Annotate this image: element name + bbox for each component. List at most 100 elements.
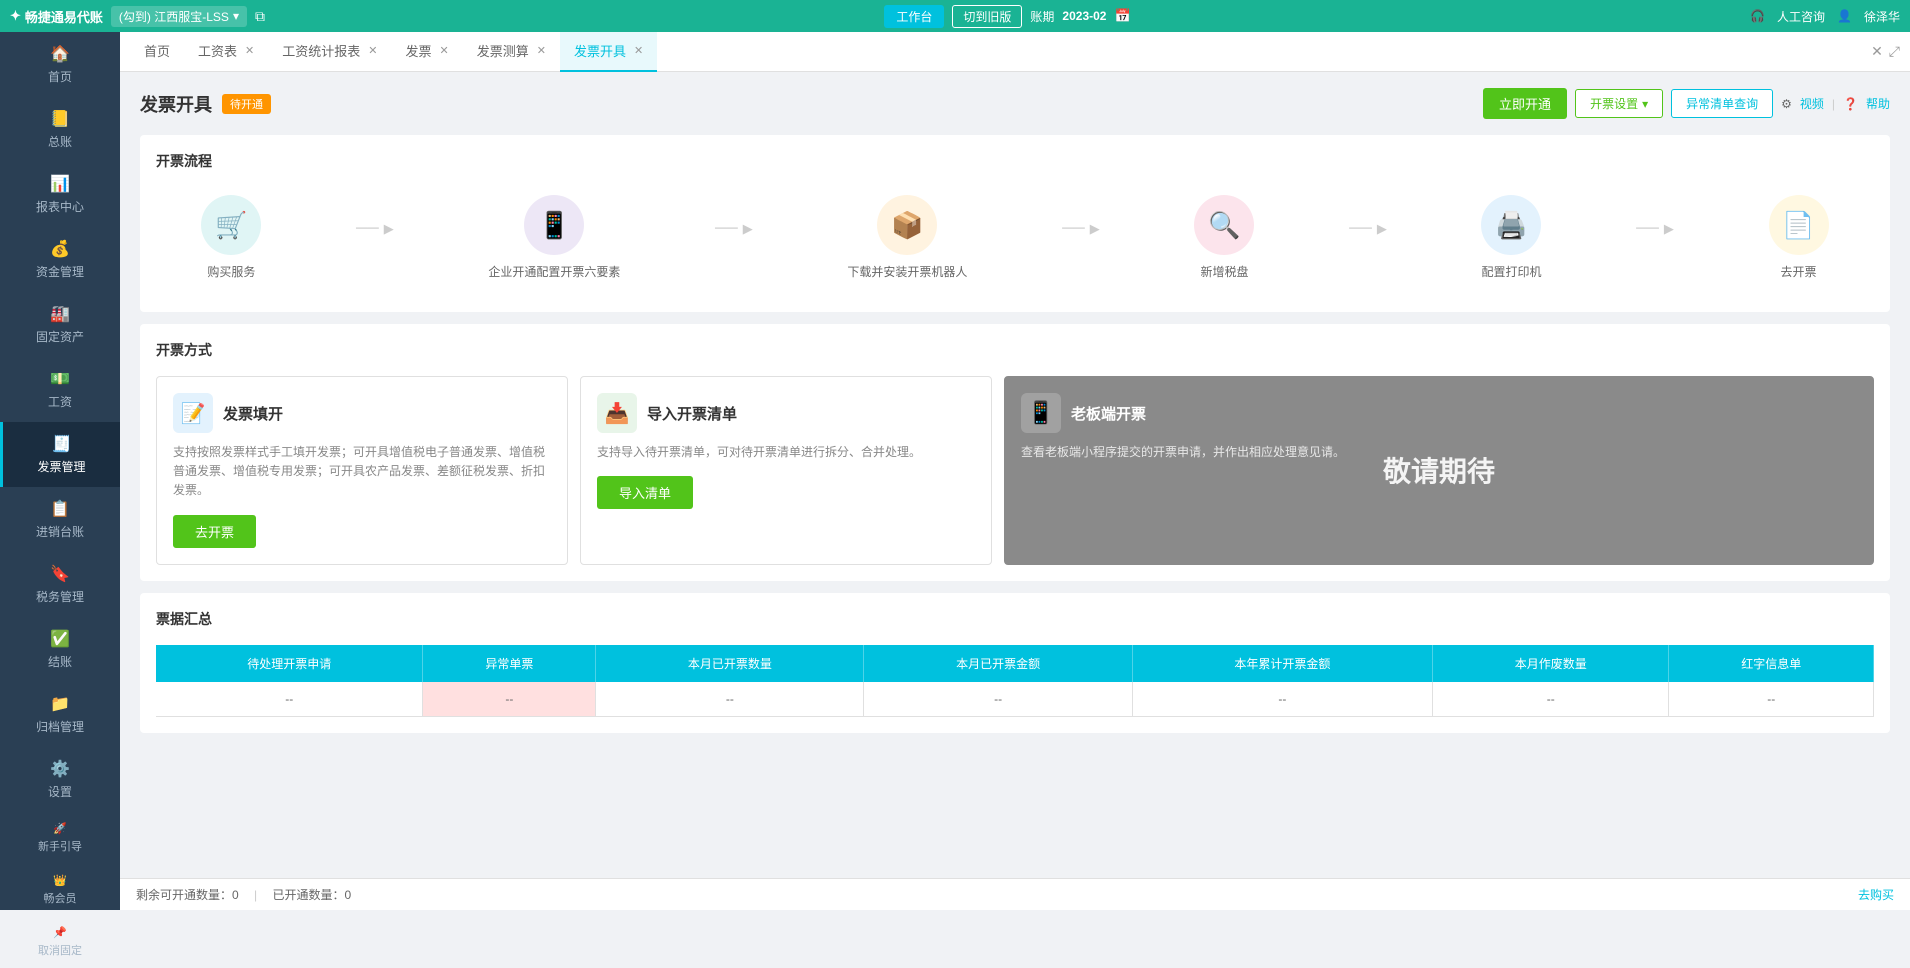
flow-step-issue[interactable]: 📄 去开票 <box>1769 195 1829 280</box>
page-actions-right: ⚙ 视频 | ❓ 帮助 <box>1781 95 1890 112</box>
tax-icon: 🔖 <box>50 564 70 584</box>
tab-salary_stat[interactable]: 工资统计报表 ✕ <box>268 32 391 72</box>
remaining-quota: 剩余可开通数量：0 <box>136 888 239 902</box>
period-value: 2023-02 <box>1062 9 1106 23</box>
workspace-button[interactable]: 工作台 <box>884 5 944 28</box>
tabbar: 首页工资表✕工资统计报表✕发票✕发票测算✕发票开具✕ ✕ ⤢ <box>120 32 1910 72</box>
sidebar-item-funds[interactable]: 💰 资金管理 <box>0 227 120 292</box>
old-card-header: 📱 老板端开票 <box>1021 393 1857 433</box>
win-controls: ✕ ⤢ <box>1871 43 1900 60</box>
sidebar-item-home[interactable]: 🏠 首页 <box>0 32 120 97</box>
summary-col-1: 异常单票 <box>423 645 596 682</box>
summary-cell-6: -- <box>1669 682 1874 717</box>
sidebar-item-archive[interactable]: 📁 归档管理 <box>0 682 120 747</box>
summary-cell-4: -- <box>1132 682 1432 717</box>
sidebar-item-salary[interactable]: 💵 工资 <box>0 357 120 422</box>
copy-icon[interactable]: ⧉ <box>255 8 265 25</box>
sidebar-item-reports[interactable]: 📊 报表中心 <box>0 162 120 227</box>
archive-icon: 📁 <box>50 694 70 714</box>
tab-invoice_tool[interactable]: 发票开具 ✕ <box>560 32 657 72</box>
page-content: 发票开具 待开通 立即开通 开票设置 ▾ 异常清单查询 ⚙ 视频 | ❓ <box>120 72 1910 878</box>
company-selector[interactable]: (勾到) 江西服宝-LSS ▾ <box>111 6 247 27</box>
sidebar-nav: 🏠 首页 📒 总账 📊 报表中心 💰 资金管理 🏭 固定资产 💵 工资 🧾 发票… <box>0 32 120 812</box>
tab-salary_table[interactable]: 工资表✕ <box>184 32 268 72</box>
topbar-left: ✦ 畅捷通易代账 (勾到) 江西服宝-LSS ▾ ⧉ <box>10 6 265 27</box>
period-icon[interactable]: 📅 <box>1114 8 1130 24</box>
topbar-right: 🎧 人工咨询 👤 徐泽华 <box>1750 8 1900 25</box>
tab-label-invoice_calc: 发票测算 <box>477 41 529 60</box>
tab-label-salary_stat: 工资统计报表 <box>282 41 360 60</box>
sidebar-label-archive: 归档管理 <box>36 718 84 735</box>
tabs-container: 首页工资表✕工资统计报表✕发票✕发票测算✕发票开具✕ <box>130 32 657 72</box>
app-name: 畅捷通易代账 <box>25 7 103 26</box>
flow-steps: 🛒 购买服务 ── ▶ 📱 企业开通配置开票六要素 ── ▶ 📦 下载并安装开票… <box>156 187 1874 296</box>
sidebar-item-settings[interactable]: ⚙️ 设置 <box>0 747 120 812</box>
help-label[interactable]: 帮助 <box>1866 95 1890 112</box>
tab-invoice_calc[interactable]: 发票测算 ✕ <box>463 32 560 72</box>
flow-step-label-download: 下载并安装开票机器人 <box>847 263 967 280</box>
tab-close-invoice_tab[interactable]: ✕ <box>440 44 449 57</box>
open-settings-button[interactable]: 开票设置 ▾ <box>1575 89 1663 118</box>
bottom-info: 剩余可开通数量：0 | 已开通数量：0 <box>136 886 351 903</box>
sidebar: 🏠 首页 📒 总账 📊 报表中心 💰 资金管理 🏭 固定资产 💵 工资 🧾 发票… <box>0 32 120 910</box>
billing-card-import: 📥 导入开票清单 支持导入待开票清单，可对待开票清单进行拆分、合并处理。 导入清… <box>580 376 992 565</box>
service-label[interactable]: 人工咨询 <box>1777 8 1825 25</box>
status-badge: 待开通 <box>222 94 271 114</box>
flow-step-icon-printer: 🖨️ <box>1481 195 1541 255</box>
sidebar-item-tax[interactable]: 🔖 税务管理 <box>0 552 120 617</box>
summary-col-3: 本月已开票金额 <box>864 645 1132 682</box>
billing-card-btn-import[interactable]: 导入清单 <box>597 476 693 509</box>
views-label[interactable]: 视频 <box>1800 95 1824 112</box>
flow-step-buy[interactable]: 🛒 购买服务 <box>201 195 261 280</box>
user-name[interactable]: 徐泽华 <box>1864 8 1900 25</box>
reports-icon: 📊 <box>50 174 70 194</box>
funds-icon: 💰 <box>50 239 70 259</box>
home-icon: 🏠 <box>50 44 70 64</box>
logo-icon: ✦ <box>10 8 21 24</box>
tab-close-salary_stat[interactable]: ✕ <box>368 44 377 57</box>
flow-step-taxdisk[interactable]: 🔍 新增税盘 <box>1194 195 1254 280</box>
sidebar-item-invoice[interactable]: 🧾 发票管理 <box>0 422 120 487</box>
tab-invoice_tab[interactable]: 发票✕ <box>391 32 462 72</box>
switch-old-button[interactable]: 切到旧版 <box>952 5 1022 28</box>
flow-step-printer[interactable]: 🖨️ 配置打印机 <box>1481 195 1541 280</box>
app-logo: ✦ 畅捷通易代账 <box>10 7 103 26</box>
sidebar-item-ledger[interactable]: 📒 总账 <box>0 97 120 162</box>
sidebar-bottom-member[interactable]: 👑 畅会员 <box>0 864 120 916</box>
sidebar-item-purchase[interactable]: 📋 进销台账 <box>0 487 120 552</box>
billing-card-old: 📱 老板端开票 查看老板端小程序提交的开票申请，并作出相应处理意见请。 敬请期待 <box>1004 376 1874 565</box>
billing-card-manual: 📝 发票填开 支持按照发票样式手工填开发票；可开具增值税电子普通发票、增值税普通… <box>156 376 568 565</box>
buy-link[interactable]: 去购买 <box>1858 886 1894 903</box>
billing-section: 开票方式 📝 发票填开 支持按照发票样式手工填开发票；可开具增值税电子普通发票、… <box>140 324 1890 581</box>
sidebar-item-checkout[interactable]: ✅ 结账 <box>0 617 120 682</box>
summary-col-0: 待处理开票申请 <box>156 645 423 682</box>
open-settings-label: 开票设置 <box>1590 95 1638 112</box>
billing-card-desc-import: 支持导入待开票清单，可对待开票清单进行拆分、合并处理。 <box>597 443 975 462</box>
open-now-button[interactable]: 立即开通 <box>1483 88 1567 119</box>
sidebar-item-assets[interactable]: 🏭 固定资产 <box>0 292 120 357</box>
tab-close-invoice_tool[interactable]: ✕ <box>634 44 643 57</box>
tab-close-invoice_calc[interactable]: ✕ <box>537 44 546 57</box>
flow-step-download[interactable]: 📦 下载并安装开票机器人 <box>847 195 967 280</box>
tab-label-invoice_tool: 发票开具 <box>574 41 626 60</box>
win-close-icon[interactable]: ✕ <box>1871 43 1883 60</box>
page-title: 发票开具 <box>140 91 212 117</box>
old-card-desc: 查看老板端小程序提交的开票申请，并作出相应处理意见请。 <box>1021 443 1857 462</box>
flow-step-label-config: 企业开通配置开票六要素 <box>488 263 620 280</box>
billing-card-btn-manual[interactable]: 去开票 <box>173 515 256 548</box>
sidebar-pin[interactable]: 📌 取消固定 <box>0 916 120 968</box>
billing-methods: 📝 发票填开 支持按照发票样式手工填开发票；可开具增值税电子普通发票、增值税普通… <box>156 376 1874 565</box>
flow-step-config[interactable]: 📱 企业开通配置开票六要素 <box>488 195 620 280</box>
member-icon: 👑 <box>53 874 67 887</box>
sidebar-bottom-guide[interactable]: 🚀 新手引导 <box>0 812 120 864</box>
sidebar-label-checkout: 结账 <box>48 653 72 670</box>
tab-close-salary_table[interactable]: ✕ <box>245 44 254 57</box>
sidebar-bottom: 🚀 新手引导 👑 畅会员 📌 取消固定 <box>0 812 120 968</box>
settings-icon: ⚙️ <box>50 759 70 779</box>
summary-col-5: 本月作废数量 <box>1432 645 1668 682</box>
tab-home[interactable]: 首页 <box>130 32 184 72</box>
flow-arrow-3: ── ▶ <box>1349 217 1387 258</box>
abnormal-query-button[interactable]: 异常清单查询 <box>1671 89 1773 118</box>
win-maximize-icon[interactable]: ⤢ <box>1889 43 1900 60</box>
topbar-mid: 工作台 切到旧版 账期 2023-02 📅 <box>884 5 1130 28</box>
